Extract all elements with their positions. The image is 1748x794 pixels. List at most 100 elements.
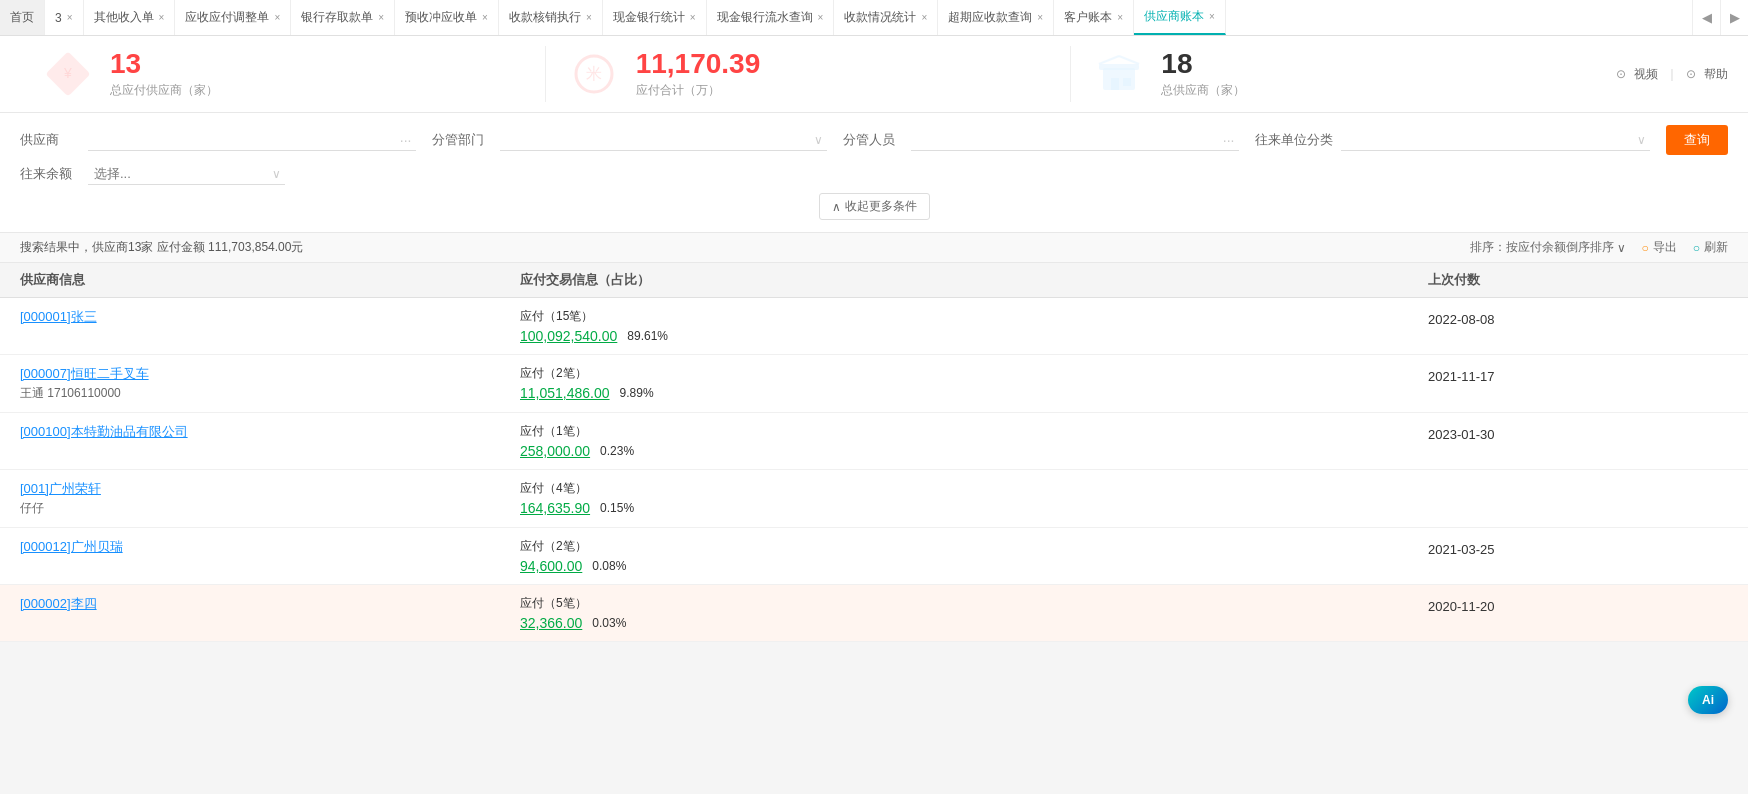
filter-balance: 往来余额 ∨ [20,163,285,185]
nav-close-customer-ledger[interactable]: × [1117,12,1123,23]
supplier-info-1: [000007]恒旺二手叉车王通 17106110000 [20,365,520,402]
store-icon [1091,46,1147,102]
nav-item-overdue-ar[interactable]: 超期应收款查询× [938,0,1054,35]
person-input[interactable] [911,129,1219,150]
dept-dropdown-icon[interactable]: ∨ [810,133,827,147]
divider: ｜ [1666,66,1678,83]
table-row: [000007]恒旺二手叉车王通 17106110000应付（2笔） 11,051… [0,355,1748,413]
nav-arrow-right[interactable]: ▶ [1720,0,1748,36]
trans-label-2: 应付（1笔） [520,423,1428,440]
balance-input-wrap: ∨ [88,163,285,185]
supplier-input-wrap: ··· [88,129,416,151]
trans-amount-5[interactable]: 32,366.00 [520,615,582,631]
filter-unit-type: 往来单位分类 ∨ [1255,129,1651,151]
supplier-link-1[interactable]: [000007]恒旺二手叉车 [20,365,520,383]
nav-close-prepay-ar[interactable]: × [482,12,488,23]
nav-item-receipt-verify[interactable]: 收款核销执行× [499,0,603,35]
balance-input[interactable] [88,163,268,184]
transaction-info-0: 应付（15笔）100,092,540.0089.61% [520,308,1428,344]
nav-close-overdue-ar[interactable]: × [1037,12,1043,23]
nav-arrow-left[interactable]: ◀ [1692,0,1720,36]
table-row: [000001]张三应付（15笔）100,092,540.0089.61%202… [0,298,1748,355]
col-header-supplier: 供应商信息 [20,271,520,289]
transaction-info-5: 应付（5笔）32,366.000.03% [520,595,1428,631]
result-summary: 搜索结果中，供应商13家 应付金额 111,703,854.00元 [20,239,303,256]
nav-item-prepay-ar[interactable]: 预收冲应收单× [395,0,499,35]
supplier-link-2[interactable]: [000100]本特勤油品有限公司 [20,423,520,441]
nav-item-home[interactable]: 首页 [0,0,45,35]
unit-type-input[interactable] [1341,129,1634,150]
trans-label-5: 应付（5笔） [520,595,1428,612]
nav-item-receipt-stat[interactable]: 收款情况统计× [834,0,938,35]
collapse-button[interactable]: ∧ 收起更多条件 [819,193,930,220]
stat-total-payable-amount: 米 11,170.39 应付合计（万） [546,46,1072,102]
stat-total-payable-suppliers: ¥ 13 总应付供应商（家） [20,46,546,102]
nav-item-cash-bank-flow[interactable]: 现金银行流水查询× [707,0,835,35]
grain-icon: 米 [566,46,622,102]
sort-button[interactable]: 排序：按应付余额倒序排序 ∨ [1470,239,1626,256]
filter-row-2: 往来余额 ∨ [20,163,1728,185]
col-header-transaction: 应付交易信息（占比） [520,271,1428,289]
supplier-link-4[interactable]: [000012]广州贝瑞 [20,538,520,556]
nav-item-customer-ledger[interactable]: 客户账本× [1054,0,1134,35]
supplier-link-5[interactable]: [000002]李四 [20,595,520,613]
nav-close-receipt-verify[interactable]: × [586,12,592,23]
nav-item-other-income[interactable]: 其他收入单× [84,0,176,35]
export-label: 导出 [1653,239,1677,256]
nav-item-cash-bank-stat[interactable]: 现金银行统计× [603,0,707,35]
last-payment-0: 2022-08-08 [1428,308,1728,327]
last-payment-3 [1428,480,1728,484]
supplier-label: 供应商 [20,131,80,149]
svg-text:米: 米 [586,65,602,82]
nav-close-cash-bank-stat[interactable]: × [690,12,696,23]
nav-item-bank-deposit[interactable]: 银行存取款单× [291,0,395,35]
balance-dropdown-icon[interactable]: ∨ [268,167,285,181]
nav-item-supplier-ledger[interactable]: 供应商账本× [1134,0,1226,35]
unit-type-dropdown-icon[interactable]: ∨ [1633,133,1650,147]
stat-total-suppliers: 18 总供应商（家） [1071,46,1596,102]
trans-amount-1[interactable]: 11,051,486.00 [520,385,610,401]
trans-amount-0[interactable]: 100,092,540.00 [520,328,617,344]
trans-amount-4[interactable]: 94,600.00 [520,558,582,574]
refresh-circle-icon: ○ [1693,241,1700,255]
result-info-bar: 搜索结果中，供应商13家 应付金额 111,703,854.00元 排序：按应付… [0,233,1748,263]
supplier-info-3: [001]广州荣轩仔仔 [20,480,520,517]
supplier-link-3[interactable]: [001]广州荣轩 [20,480,520,498]
unit-type-input-wrap: ∨ [1341,129,1651,151]
query-button[interactable]: 查询 [1666,125,1728,155]
chevron-up-icon: ∧ [832,200,841,214]
transaction-info-2: 应付（1笔）258,000.000.23% [520,423,1428,459]
nav-close-cash-bank-flow[interactable]: × [818,12,824,23]
video-link[interactable]: 视频 [1634,66,1658,83]
stat-total-suppliers-label: 总供应商（家） [1161,82,1245,99]
supplier-info-5: [000002]李四 [20,595,520,613]
svg-line-8 [1099,56,1119,64]
refresh-button[interactable]: ○ 刷新 [1693,239,1728,256]
nav-close-supplier-ledger[interactable]: × [1209,11,1215,22]
nav-close-tab3[interactable]: × [67,12,73,23]
export-button[interactable]: ○ 导出 [1642,239,1677,256]
supplier-input[interactable] [88,129,396,150]
supplier-dots-icon[interactable]: ··· [396,132,416,148]
nav-item-tab3[interactable]: 3× [45,0,84,35]
stat-payable-suppliers-number: 13 [110,49,218,80]
supplier-link-0[interactable]: [000001]张三 [20,308,520,326]
nav-close-ar-ap-adjust[interactable]: × [274,12,280,23]
table-area: 供应商信息 应付交易信息（占比） 上次付数 [000001]张三应付（15笔）1… [0,263,1748,642]
trans-amount-2[interactable]: 258,000.00 [520,443,590,459]
nav-close-other-income[interactable]: × [159,12,165,23]
table-row: [001]广州荣轩仔仔应付（4笔）164,635.900.15% [0,470,1748,528]
trans-label-1: 应付（2笔） [520,365,1428,382]
nav-close-receipt-stat[interactable]: × [921,12,927,23]
nav-item-ar-ap-adjust[interactable]: 应收应付调整单× [175,0,291,35]
last-payment-5: 2020-11-20 [1428,595,1728,614]
person-dots-icon[interactable]: ··· [1219,132,1239,148]
help-link[interactable]: 帮助 [1704,66,1728,83]
dept-input[interactable] [500,129,811,150]
nav-close-bank-deposit[interactable]: × [378,12,384,23]
trans-amount-3[interactable]: 164,635.90 [520,500,590,516]
result-right-controls: 排序：按应付余额倒序排序 ∨ ○ 导出 ○ 刷新 [1470,239,1729,256]
filter-dept: 分管部门 ∨ [432,129,828,151]
help-icon: ⊙ [1686,67,1696,81]
stat-amount-number: 11,170.39 [636,49,761,80]
